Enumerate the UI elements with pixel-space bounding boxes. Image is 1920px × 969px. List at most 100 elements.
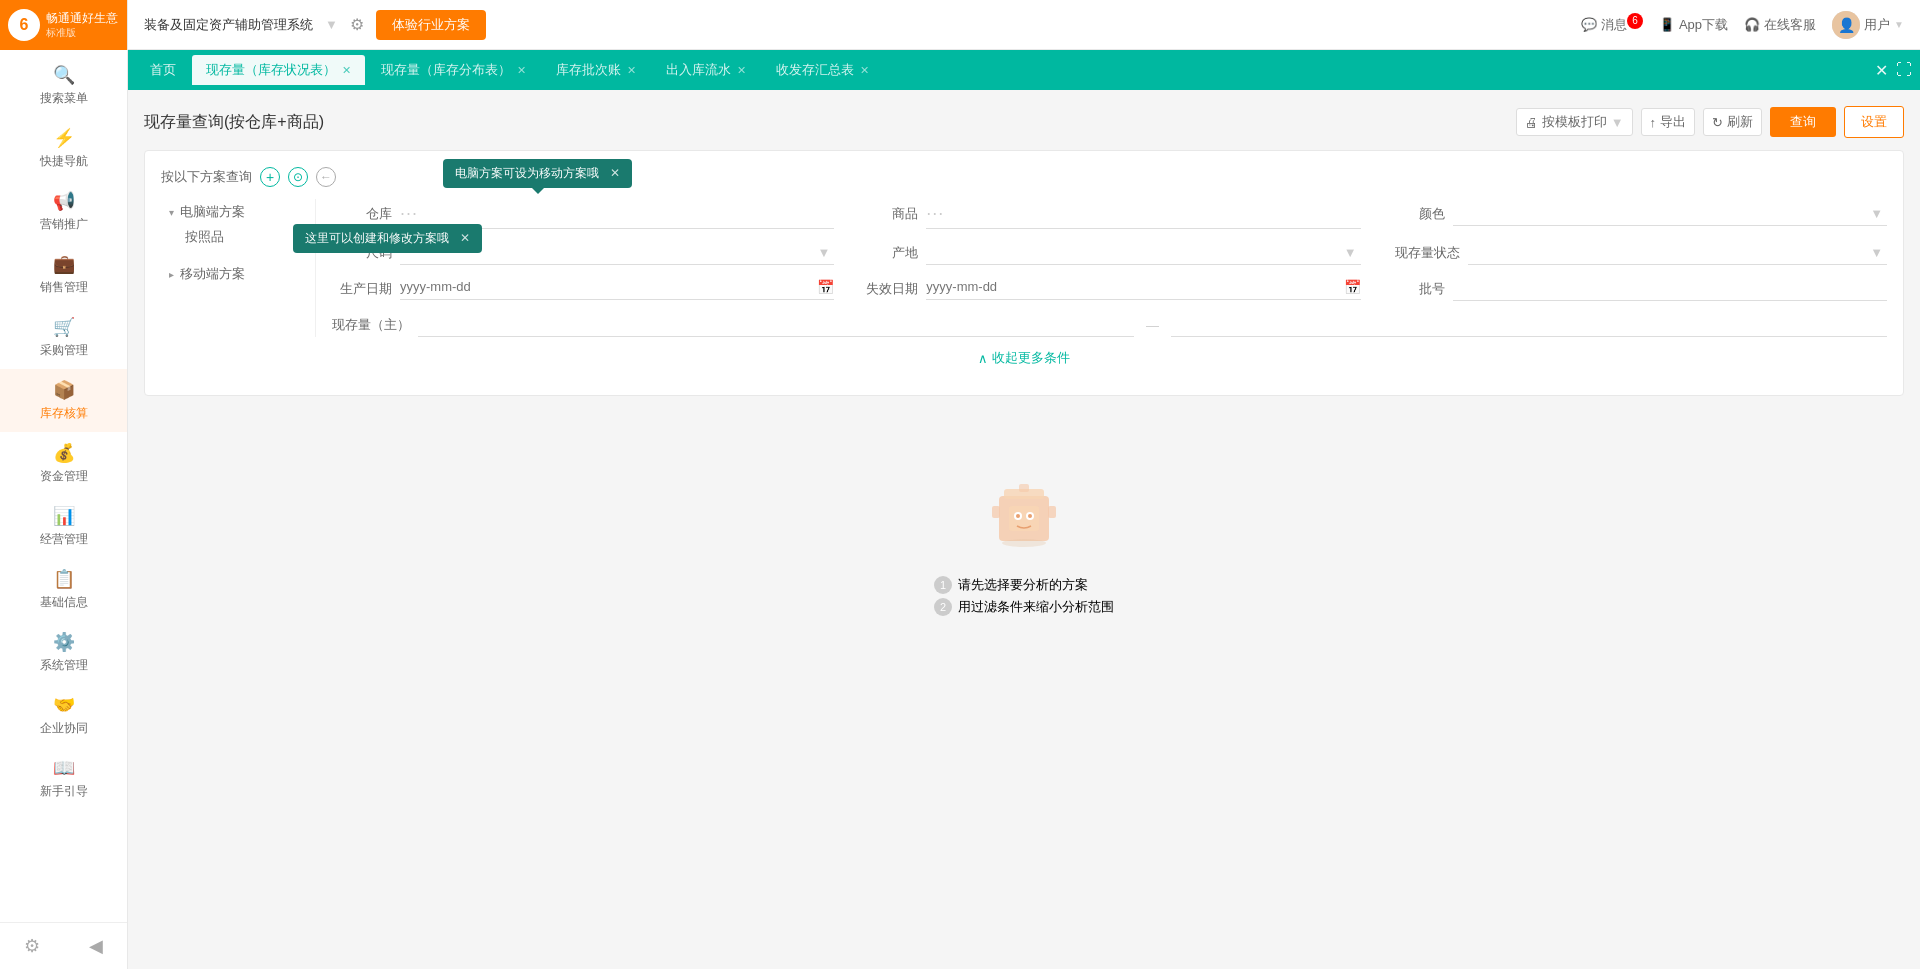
batch-input[interactable]	[1453, 277, 1887, 301]
product-select[interactable]: ···	[926, 199, 1360, 229]
warehouse-dots: ···	[400, 203, 418, 224]
basic-icon: 📋	[53, 568, 75, 590]
collapse-more-btn[interactable]: ∧ 收起更多条件	[161, 337, 1887, 379]
expand-icon: ▾	[169, 207, 174, 218]
filter-body: ▾ 电脑端方案 按照品 ▸ 移动端方案	[161, 199, 1887, 337]
export-icon: ↑	[1650, 115, 1657, 130]
sidebar-item-system[interactable]: ⚙️ 系统管理	[0, 621, 127, 684]
sidebar-item-guide[interactable]: 📖 新手引导	[0, 747, 127, 810]
user-item[interactable]: 👤 用户 ▼	[1832, 11, 1904, 39]
tab-close-icon5[interactable]: ✕	[860, 64, 869, 77]
filter-produce-date: 生产日期 📅	[332, 277, 834, 301]
chevron-up-icon: ∧	[978, 351, 988, 366]
filter-label: 按以下方案查询	[161, 168, 252, 186]
industry-btn[interactable]: 体验行业方案	[376, 10, 486, 40]
sidebar-item-purchase[interactable]: 🛒 采购管理	[0, 306, 127, 369]
sidebar-item-sales[interactable]: 💼 销售管理	[0, 243, 127, 306]
calendar-icon-produce[interactable]: 📅	[817, 279, 834, 295]
empty-tips: 1 请先选择要分析的方案 2 用过滤条件来缩小分析范围	[934, 572, 1114, 620]
print-btn[interactable]: 🖨 按模板打印 ▼	[1516, 108, 1633, 136]
origin-select[interactable]: ▼	[926, 241, 1360, 265]
filter-batch: 批号	[1385, 277, 1887, 301]
filter-expire-date: 失效日期 📅	[858, 277, 1360, 301]
marketing-icon: 📢	[53, 190, 75, 212]
online-service-item[interactable]: 🎧 在线客服	[1744, 16, 1816, 34]
query-btn[interactable]: 查询	[1770, 107, 1836, 137]
notice-badge: 6	[1627, 13, 1643, 29]
tab-home[interactable]: 首页	[136, 55, 190, 85]
sales-icon: 💼	[53, 253, 75, 275]
tab-summary[interactable]: 收发存汇总表 ✕	[762, 55, 883, 85]
tab-close-icon[interactable]: ✕	[342, 64, 351, 77]
print-icon: 🖨	[1525, 115, 1538, 130]
top-header: 装备及固定资产辅助管理系统 ▼ ⚙ 体验行业方案 💬 消息 6 📱 App下载 …	[128, 0, 1920, 50]
filter-stock-status: 现存量状态 ▼	[1385, 241, 1887, 265]
inventory-max-input[interactable]	[1171, 313, 1887, 337]
scheme-list: ▾ 电脑端方案 按照品 ▸ 移动端方案	[161, 199, 316, 337]
add-scheme-btn[interactable]: +	[260, 167, 280, 187]
calendar-icon-expire[interactable]: 📅	[1344, 279, 1361, 295]
expire-date-input[interactable]	[926, 279, 1343, 294]
empty-tip-2: 2 用过滤条件来缩小分析范围	[934, 598, 1114, 616]
sidebar-item-quicknav[interactable]: ⚡ 快捷导航	[0, 117, 127, 180]
produce-date-wrapper: 📅	[400, 279, 834, 300]
tab-flow[interactable]: 出入库流水 ✕	[652, 55, 760, 85]
sidebar-item-marketing[interactable]: 📢 营销推广	[0, 180, 127, 243]
content-area: 现存量查询(按仓库+商品) 🖨 按模板打印 ▼ ↑ 导出 ↻ 刷新 查询 设置	[128, 90, 1920, 969]
settings-bottom-icon[interactable]: ⚙	[20, 931, 44, 961]
tab-close-icon4[interactable]: ✕	[737, 64, 746, 77]
tooltip-scheme-close[interactable]: ✕	[610, 166, 620, 180]
export-btn[interactable]: ↑ 导出	[1641, 108, 1696, 136]
inventory-min-input[interactable]	[418, 313, 1134, 337]
sidebar-item-search[interactable]: 🔍 搜索菜单	[0, 54, 127, 117]
sidebar-item-inventory[interactable]: 📦 库存核算	[0, 369, 127, 432]
page-title-bar: 现存量查询(按仓库+商品) 🖨 按模板打印 ▼ ↑ 导出 ↻ 刷新 查询 设置	[144, 106, 1904, 138]
color-select[interactable]: ▼	[1453, 202, 1887, 226]
tooltip-create-close[interactable]: ✕	[460, 231, 470, 245]
sidebar-item-cooperation[interactable]: 🤝 企业协同	[0, 684, 127, 747]
tab-close-all-icon[interactable]: ✕	[1875, 61, 1888, 80]
tab-maximize-icon[interactable]: ⛶	[1896, 61, 1912, 80]
main-area: 装备及固定资产辅助管理系统 ▼ ⚙ 体验行业方案 💬 消息 6 📱 App下载 …	[128, 0, 1920, 969]
filter-row-3: 生产日期 📅 失效日期 📅	[332, 277, 1887, 301]
tab-inventory-status[interactable]: 现存量（库存状况表） ✕	[192, 55, 365, 85]
tab-inventory-dist[interactable]: 现存量（库存分布表） ✕	[367, 55, 540, 85]
svg-rect-7	[1048, 506, 1056, 518]
filter-row-2: 尺码 ▼ 产地 ▼	[332, 241, 1887, 265]
refresh-icon: ↻	[1712, 115, 1723, 130]
tooltip-create: 这里可以创建和修改方案哦 ✕	[293, 224, 482, 253]
logo-text: 畅通通好生意 标准版	[46, 11, 118, 40]
sidebar-logo: 6 畅通通好生意 标准版	[0, 0, 127, 50]
empty-state: 1 请先选择要分析的方案 2 用过滤条件来缩小分析范围	[144, 396, 1904, 680]
scheme-group-mobile-header[interactable]: ▸ 移动端方案	[161, 261, 307, 287]
print-dropdown-icon: ▼	[1611, 115, 1624, 130]
phone-icon: 📱	[1659, 17, 1675, 32]
tab-batch[interactable]: 库存批次账 ✕	[542, 55, 650, 85]
sidebar-item-finance[interactable]: 💰 资金管理	[0, 432, 127, 495]
collapse-sidebar-icon[interactable]: ◀	[85, 931, 107, 961]
tab-close-icon3[interactable]: ✕	[627, 64, 636, 77]
svg-point-10	[1002, 539, 1046, 547]
filter-origin: 产地 ▼	[858, 241, 1360, 265]
notice-item[interactable]: 💬 消息 6	[1581, 16, 1643, 34]
settings-icon[interactable]: ⚙	[350, 15, 364, 34]
scheme-group-mobile: ▸ 移动端方案	[161, 261, 307, 287]
stock-status-select[interactable]: ▼	[1468, 241, 1887, 265]
sidebar: 6 畅通通好生意 标准版 🔍 搜索菜单 ⚡ 快捷导航 📢 营销推广 💼 销售管理…	[0, 0, 128, 969]
copy-scheme-btn[interactable]: ⊙	[288, 167, 308, 187]
svg-point-5	[1028, 514, 1032, 518]
inventory-icon: 📦	[53, 379, 75, 401]
sidebar-item-operation[interactable]: 📊 经营管理	[0, 495, 127, 558]
tab-close-icon2[interactable]: ✕	[517, 64, 526, 77]
scheme-item-product[interactable]: 按照品	[161, 225, 307, 249]
scheme-group-desktop-header[interactable]: ▾ 电脑端方案	[161, 199, 307, 225]
app-download-item[interactable]: 📱 App下载	[1659, 16, 1728, 34]
refresh-btn[interactable]: ↻ 刷新	[1703, 108, 1762, 136]
sidebar-item-basic[interactable]: 📋 基础信息	[0, 558, 127, 621]
reset-btn[interactable]: 设置	[1844, 106, 1904, 138]
system-icon: ⚙️	[53, 631, 75, 653]
produce-date-input[interactable]	[400, 279, 817, 294]
logo-icon: 6	[8, 9, 40, 41]
collapse-icon: ▸	[169, 269, 174, 280]
back-scheme-btn[interactable]: ←	[316, 167, 336, 187]
